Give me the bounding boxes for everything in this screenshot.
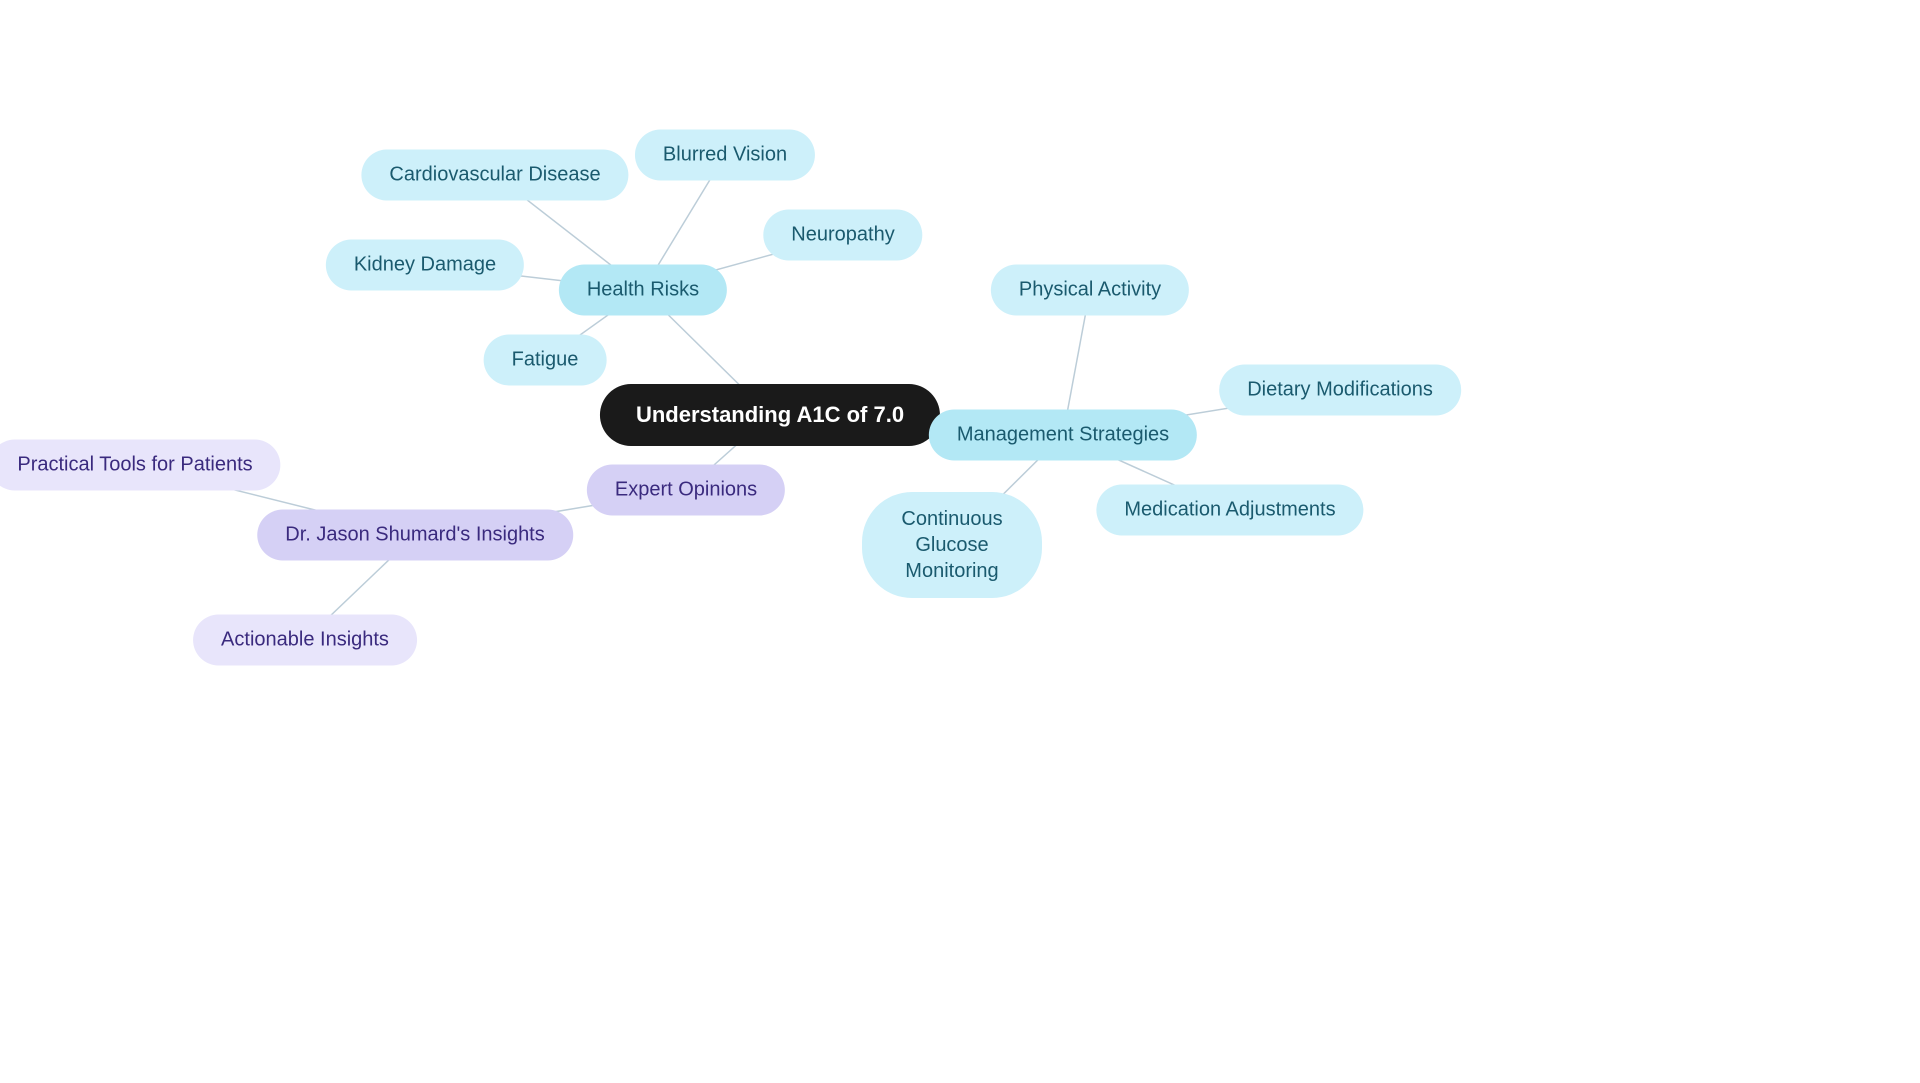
center-node[interactable]: Understanding A1C of 7.0	[600, 384, 940, 446]
node-management[interactable]: Management Strategies	[929, 410, 1197, 461]
node-health-risks[interactable]: Health Risks	[559, 265, 727, 316]
node-cardiovascular[interactable]: Cardiovascular Disease	[361, 150, 628, 201]
node-expert[interactable]: Expert Opinions	[587, 465, 785, 516]
node-actionable[interactable]: Actionable Insights	[193, 615, 417, 666]
node-kidney-damage[interactable]: Kidney Damage	[326, 240, 524, 291]
node-dietary[interactable]: Dietary Modifications	[1219, 365, 1461, 416]
node-fatigue[interactable]: Fatigue	[484, 335, 607, 386]
node-glucose[interactable]: Continuous Glucose Monitoring	[862, 492, 1042, 598]
node-blurred-vision[interactable]: Blurred Vision	[635, 130, 815, 181]
node-medication[interactable]: Medication Adjustments	[1096, 485, 1363, 536]
node-neuropathy[interactable]: Neuropathy	[763, 210, 922, 261]
mind-map: Understanding A1C of 7.0 Health Risks Card…	[0, 0, 1920, 1083]
node-dr-jason[interactable]: Dr. Jason Shumard's Insights	[257, 510, 573, 561]
node-practical[interactable]: Practical Tools for Patients	[0, 440, 281, 491]
node-physical-activity[interactable]: Physical Activity	[991, 265, 1189, 316]
